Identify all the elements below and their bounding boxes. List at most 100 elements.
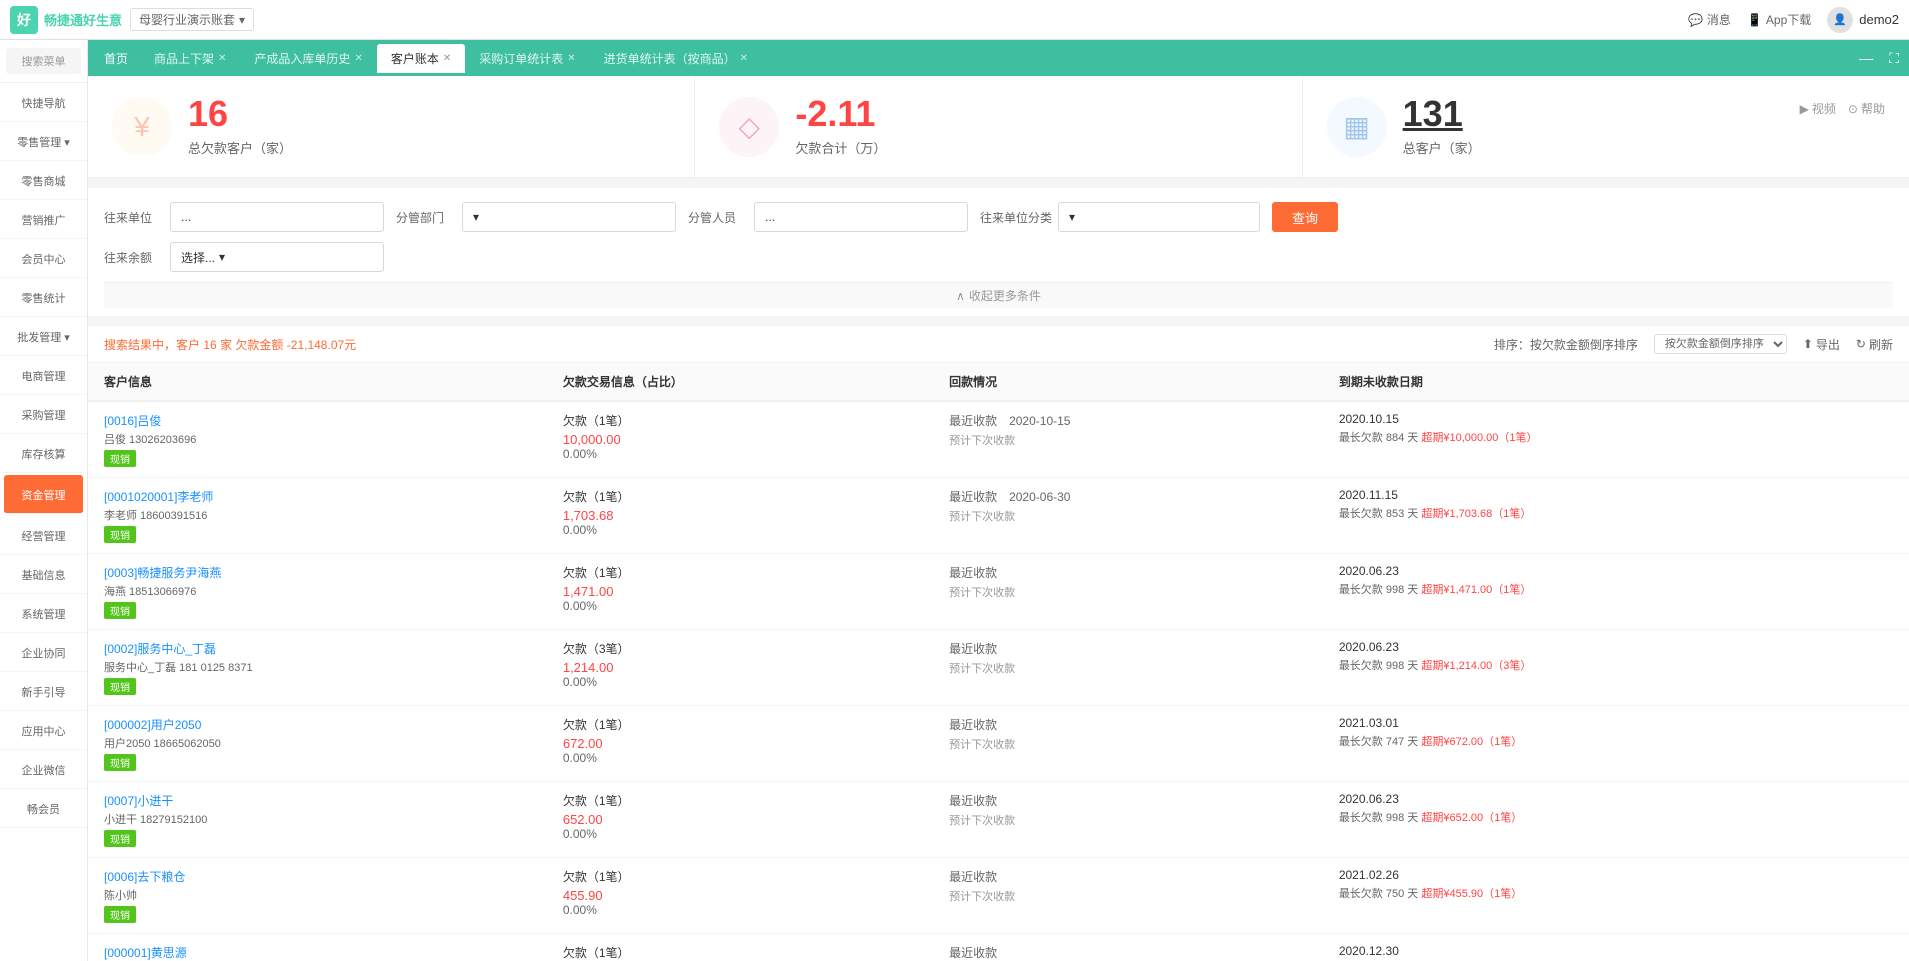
recovery-next: 预计下次收款 — [949, 432, 1307, 448]
debt-count: 欠款（1笔） — [563, 716, 917, 733]
sidebar-item-finance[interactable]: 资金管理 — [4, 475, 83, 514]
logo-icon: 好 — [10, 6, 38, 34]
sidebar-item-inventory[interactable]: 库存核算 — [0, 434, 87, 473]
sidebar-item-marketing[interactable]: 营销推广 — [0, 200, 87, 239]
person-input[interactable]: ... — [754, 202, 968, 232]
app-download-button[interactable]: 📱 App下载 — [1747, 11, 1811, 28]
tab-production-close[interactable]: ✕ — [354, 53, 362, 64]
sidebar-item-wechat[interactable]: 企业微信 — [0, 750, 87, 789]
filter-row-1: 往来单位 ... 分管部门 ▾ 分管人员 ... — [104, 202, 1893, 232]
overdue-link[interactable]: 超期¥652.00（1笔） — [1421, 812, 1522, 824]
tab-incoming-close[interactable]: ✕ — [740, 53, 748, 64]
debt-amount[interactable]: 652.00 — [563, 812, 917, 827]
customer-name-link[interactable]: [0001020001]李老师 — [104, 488, 531, 505]
overdue-link[interactable]: 超期¥672.00（1笔） — [1421, 736, 1522, 748]
refresh-label: 刷新 — [1869, 336, 1893, 353]
overdue-link[interactable]: 超期¥1,703.68（1笔） — [1421, 508, 1531, 520]
debt-count: 欠款（1笔） — [563, 868, 917, 885]
recovery-date: 最近收款 — [949, 640, 1307, 657]
cell-recovery-2: 最近收款 预计下次收款 — [933, 554, 1323, 630]
export-icon: ⬆ — [1803, 337, 1813, 351]
sidebar-item-retail-mall[interactable]: 零售商城 — [0, 161, 87, 200]
cell-debt-4: 欠款（1笔） 672.00 0.00% — [547, 706, 933, 782]
debt-amount[interactable]: 1,471.00 — [563, 584, 917, 599]
tab-customer-close[interactable]: ✕ — [443, 53, 451, 64]
sidebar-item-purchase[interactable]: 采购管理 — [0, 395, 87, 434]
overdue-link[interactable]: 超期¥1,214.00（3笔） — [1421, 660, 1531, 672]
unit-category-selector[interactable]: ▾ — [1058, 202, 1260, 232]
stat-card-total-customers: ▦ 131 总客户（家） ▶ 视频 ⊙ 帮助 — [1303, 76, 1909, 177]
tab-incoming[interactable]: 进货单统计表（按商品） ✕ — [590, 44, 762, 73]
customer-name-link[interactable]: [0003]畅捷服务尹海燕 — [104, 564, 531, 581]
table-row: [000001]黄思源 黄思源 13552700226 现销 欠款（1笔） 42… — [88, 934, 1909, 961]
customer-name-link[interactable]: [0002]服务中心_丁磊 — [104, 640, 531, 657]
sidebar-item-retail-stat[interactable]: 零售统计 — [0, 278, 87, 317]
tab-purchase-close[interactable]: ✕ — [567, 53, 575, 64]
sidebar-item-ops[interactable]: 经营管理 — [0, 516, 87, 555]
app-icon: 📱 — [1747, 13, 1762, 27]
industry-selector[interactable]: 母婴行业演示账套 ▾ — [130, 8, 254, 31]
sidebar-item-sys-mgmt[interactable]: 系统管理 — [0, 594, 87, 633]
customer-name-link[interactable]: [0016]吕俊 — [104, 412, 531, 429]
sidebar-item-member-vip[interactable]: 畅会员 — [0, 789, 87, 828]
sort-selector[interactable]: 按欠款金额倒序排序 — [1654, 334, 1787, 354]
source-unit-input[interactable]: ... — [170, 202, 384, 232]
tab-purchase[interactable]: 采购订单统计表 ✕ — [465, 44, 589, 73]
sidebar-item-quick-nav: 快捷导航 — [0, 83, 87, 122]
balance-selector[interactable]: 选择... ▾ — [170, 242, 384, 272]
debt-percent: 0.00% — [563, 523, 917, 537]
col-due-date: 到期未收款日期 — [1323, 363, 1909, 401]
refresh-button[interactable]: ↻ 刷新 — [1856, 336, 1893, 353]
customer-name-link[interactable]: [0006]去下粮仓 — [104, 868, 531, 885]
unit-category-arrow-icon: ▾ — [1069, 210, 1075, 224]
sidebar-item-app-center[interactable]: 应用中心 — [0, 711, 87, 750]
doc-help-button[interactable]: ⊙ 帮助 — [1848, 100, 1885, 117]
sidebar-item-enterprise[interactable]: 企业协同 — [0, 633, 87, 672]
tabs-minimize-button[interactable]: — — [1853, 48, 1879, 69]
overdue-info: 最长欠款 998 天 超期¥1,214.00（3笔） — [1339, 657, 1893, 673]
stat-card-debt-total: ◇ -2.11 欠款合计（万） — [695, 76, 1302, 177]
search-button[interactable]: 查询 — [1272, 202, 1338, 232]
debt-amount[interactable]: 455.90 — [563, 888, 917, 903]
tab-production[interactable]: 产成品入库单历史 ✕ — [240, 44, 376, 73]
stat-customers-info: 131 总客户（家） — [1403, 96, 1481, 157]
customer-name-link[interactable]: [000001]黄思源 — [104, 944, 531, 961]
recovery-next: 预计下次收款 — [949, 888, 1307, 904]
tab-goods[interactable]: 商品上下架 ✕ — [140, 44, 240, 73]
message-button[interactable]: 💬 消息 — [1688, 11, 1731, 28]
sort-label: 排序：按欠款金额倒序排序 — [1494, 336, 1638, 353]
customer-phone: 小迸干 18279152100 — [104, 811, 531, 827]
recovery-date: 最近收款 — [949, 944, 1307, 961]
sidebar-item-base-info[interactable]: 基础信息 — [0, 555, 87, 594]
tab-home[interactable]: 首页 — [92, 44, 140, 73]
results-debt-prefix: 欠款金额 — [235, 338, 283, 352]
sidebar-item-batch-mgmt[interactable]: 批发管理 ▾ — [0, 317, 87, 356]
customer-name-link[interactable]: [000002]用户2050 — [104, 716, 531, 733]
sidebar-item-member[interactable]: 会员中心 — [0, 239, 87, 278]
debt-amount[interactable]: 1,214.00 — [563, 660, 917, 675]
tab-customer[interactable]: 客户账本 ✕ — [377, 44, 465, 73]
tab-goods-close[interactable]: ✕ — [218, 53, 226, 64]
user-area[interactable]: 👤 demo2 — [1827, 7, 1899, 33]
cell-due-2: 2020.06.23 最长欠款 998 天 超期¥1,471.00（1笔） — [1323, 554, 1909, 630]
overdue-link[interactable]: 超期¥10,000.00（1笔） — [1421, 432, 1537, 444]
sidebar-item-retail-mgmt[interactable]: 零售管理 ▾ — [0, 122, 87, 161]
sidebar-item-newguide[interactable]: 新手引导 — [0, 672, 87, 711]
results-bar: 搜索结果中，客户 16 家 欠款金额 -21,148.07元 排序：按欠款金额倒… — [88, 326, 1909, 363]
sidebar-item-ecom[interactable]: 电商管理 — [0, 356, 87, 395]
debt-amount[interactable]: 1,703.68 — [563, 508, 917, 523]
customer-name-link[interactable]: [0007]小迸干 — [104, 792, 531, 809]
overdue-link[interactable]: 超期¥455.90（1笔） — [1421, 888, 1522, 900]
person-ellipsis: ... — [765, 210, 775, 224]
video-help-button[interactable]: ▶ 视频 — [1800, 100, 1836, 117]
tabs-expand-button[interactable]: ⛶ — [1883, 48, 1905, 69]
overdue-link[interactable]: 超期¥1,471.00（1笔） — [1421, 584, 1531, 596]
debt-amount[interactable]: 672.00 — [563, 736, 917, 751]
export-button[interactable]: ⬆ 导出 — [1803, 336, 1840, 353]
cell-customer-4: [000002]用户2050 用户2050 18665062050 现销 — [88, 706, 547, 782]
debt-percent: 0.00% — [563, 751, 917, 765]
search-menu-button[interactable]: 搜索菜单 — [6, 48, 81, 74]
debt-amount[interactable]: 10,000.00 — [563, 432, 917, 447]
dept-selector[interactable]: ▾ — [462, 202, 676, 232]
collapse-filter-button[interactable]: ∧ 收起更多条件 — [104, 282, 1893, 308]
